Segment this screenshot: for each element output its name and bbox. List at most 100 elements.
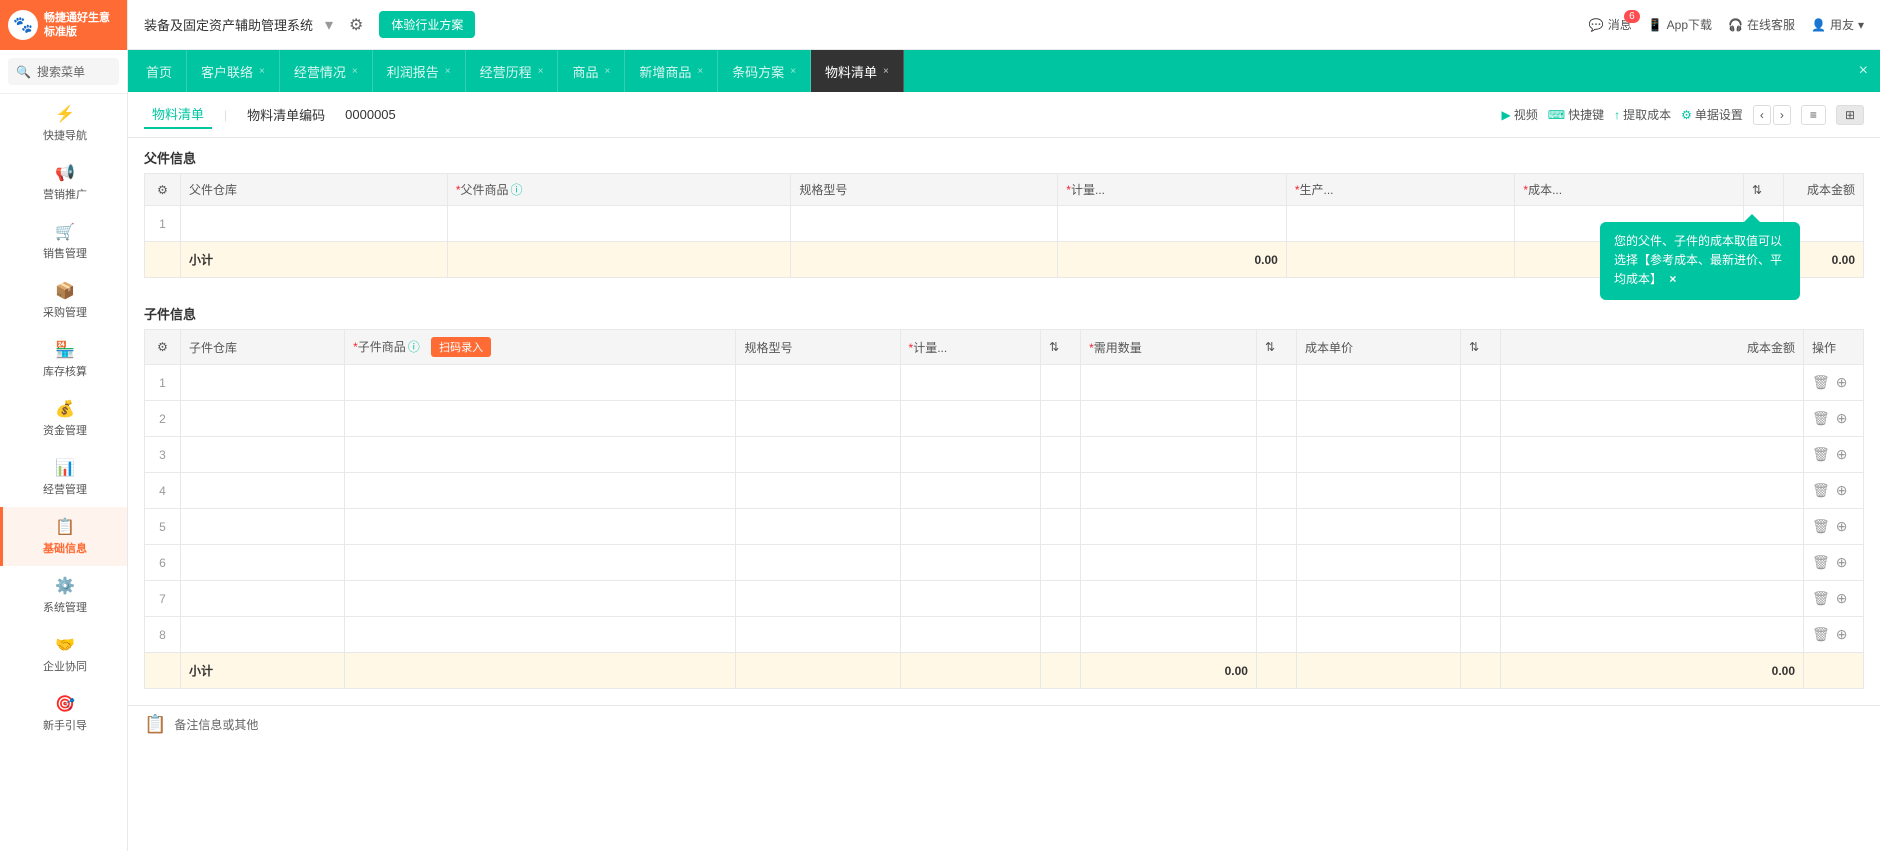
tab-profit-close[interactable]: × bbox=[445, 66, 451, 77]
sidebar-item-inventory[interactable]: 🏪 库存核算 bbox=[0, 330, 127, 389]
sidebar-item-operations-mgr[interactable]: 📊 经营管理 bbox=[0, 448, 127, 507]
child-row-4-spec[interactable] bbox=[736, 473, 900, 509]
tab-history[interactable]: 经营历程 × bbox=[466, 50, 559, 92]
delete-row-3-btn[interactable]: 🗑 bbox=[1812, 446, 1830, 463]
sub-tab-bom-list[interactable]: 物料清单 bbox=[144, 100, 212, 129]
sub-tab-bom-code[interactable]: 物料清单编码 bbox=[239, 101, 333, 128]
child-row-7-qty[interactable] bbox=[1081, 581, 1257, 617]
tab-products-close[interactable]: × bbox=[604, 66, 610, 77]
user-action[interactable]: 👤 用友 ▾ bbox=[1811, 16, 1864, 33]
online-service-action[interactable]: 🎧 在线客服 bbox=[1728, 16, 1795, 33]
sidebar-item-sales[interactable]: 🛒 销售管理 bbox=[0, 212, 127, 271]
child-row-2-unit-price[interactable] bbox=[1296, 401, 1460, 437]
delete-row-4-btn[interactable]: 🗑 bbox=[1812, 482, 1830, 499]
copy-row-5-btn[interactable]: ⊕ bbox=[1836, 518, 1848, 535]
copy-row-4-btn[interactable]: ⊕ bbox=[1836, 482, 1848, 499]
settings-button[interactable]: ⚙ bbox=[345, 11, 367, 39]
child-row-8-product[interactable] bbox=[345, 617, 736, 653]
child-row-3-unit-price[interactable] bbox=[1296, 437, 1460, 473]
parent-row-1-production[interactable] bbox=[1286, 206, 1515, 242]
copy-row-2-btn[interactable]: ⊕ bbox=[1836, 410, 1848, 427]
child-row-6-warehouse[interactable] bbox=[181, 545, 345, 581]
child-row-5-warehouse[interactable] bbox=[181, 509, 345, 545]
grid-view-btn[interactable]: ≡ bbox=[1801, 105, 1826, 125]
sidebar-item-finance[interactable]: 💰 资金管理 bbox=[0, 389, 127, 448]
child-row-3-unit[interactable] bbox=[900, 437, 1041, 473]
sidebar-item-basic-info[interactable]: 📋 基础信息 bbox=[0, 507, 127, 566]
child-row-1-product[interactable] bbox=[345, 365, 736, 401]
child-row-2-spec[interactable] bbox=[736, 401, 900, 437]
child-row-1-unit[interactable] bbox=[900, 365, 1041, 401]
search-menu-button[interactable]: 🔍 搜索菜单 bbox=[8, 58, 119, 85]
child-row-5-unit-price[interactable] bbox=[1296, 509, 1460, 545]
copy-row-7-btn[interactable]: ⊕ bbox=[1836, 590, 1848, 607]
tab-products[interactable]: 商品 × bbox=[558, 50, 625, 92]
child-row-1-unit-price[interactable] bbox=[1296, 365, 1460, 401]
messages-action[interactable]: 💬 消息 6 bbox=[1589, 16, 1632, 33]
child-row-5-qty[interactable] bbox=[1081, 509, 1257, 545]
parent-row-1-spec[interactable] bbox=[791, 206, 1058, 242]
child-row-3-spec[interactable] bbox=[736, 437, 900, 473]
child-row-4-unit[interactable] bbox=[900, 473, 1041, 509]
tab-customers[interactable]: 客户联络 × bbox=[187, 50, 280, 92]
next-arrow[interactable]: › bbox=[1773, 105, 1791, 125]
app-download-action[interactable]: 📱 App下载 bbox=[1648, 16, 1712, 33]
child-row-7-unit[interactable] bbox=[900, 581, 1041, 617]
tab-operations[interactable]: 经营情况 × bbox=[280, 50, 373, 92]
delete-row-2-btn[interactable]: 🗑 bbox=[1812, 410, 1830, 427]
parent-row-1-warehouse[interactable] bbox=[181, 206, 448, 242]
single-settings-action[interactable]: ⚙ 单据设置 bbox=[1681, 106, 1743, 123]
sidebar-item-purchase[interactable]: 📦 采购管理 bbox=[0, 271, 127, 330]
prev-arrow[interactable]: ‹ bbox=[1753, 105, 1771, 125]
tab-home[interactable]: 首页 bbox=[132, 50, 187, 92]
tab-barcode-close[interactable]: × bbox=[790, 66, 796, 77]
chevron-down-icon[interactable]: ▾ bbox=[325, 15, 333, 35]
child-row-7-spec[interactable] bbox=[736, 581, 900, 617]
tab-profit[interactable]: 利润报告 × bbox=[373, 50, 466, 92]
child-row-3-qty[interactable] bbox=[1081, 437, 1257, 473]
tab-new-product[interactable]: 新增商品 × bbox=[625, 50, 718, 92]
tab-barcode[interactable]: 条码方案 × bbox=[718, 50, 811, 92]
tab-customers-close[interactable]: × bbox=[259, 66, 265, 77]
child-row-4-product[interactable] bbox=[345, 473, 736, 509]
delete-row-7-btn[interactable]: 🗑 bbox=[1812, 590, 1830, 607]
sidebar-item-quicknav[interactable]: ⚡ 快捷导航 bbox=[0, 94, 127, 153]
tooltip-close-btn[interactable]: × bbox=[1669, 272, 1676, 286]
child-row-5-product[interactable] bbox=[345, 509, 736, 545]
child-row-1-qty[interactable] bbox=[1081, 365, 1257, 401]
child-row-3-product[interactable] bbox=[345, 437, 736, 473]
copy-row-1-btn[interactable]: ⊕ bbox=[1836, 374, 1848, 391]
child-row-7-unit-price[interactable] bbox=[1296, 581, 1460, 617]
tab-bom-close[interactable]: × bbox=[883, 66, 889, 77]
sidebar-item-guide[interactable]: 🎯 新手引导 bbox=[0, 684, 127, 743]
child-row-7-product[interactable] bbox=[345, 581, 736, 617]
sidebar-item-collab[interactable]: 🤝 企业协同 bbox=[0, 625, 127, 684]
close-all-tabs[interactable]: × bbox=[1851, 62, 1876, 80]
experience-btn[interactable]: 体验行业方案 bbox=[379, 11, 475, 38]
delete-row-8-btn[interactable]: 🗑 bbox=[1812, 626, 1830, 643]
child-row-3-warehouse[interactable] bbox=[181, 437, 345, 473]
tab-bom[interactable]: 物料清单 × bbox=[811, 50, 904, 92]
child-row-6-unit-price[interactable] bbox=[1296, 545, 1460, 581]
child-row-4-qty[interactable] bbox=[1081, 473, 1257, 509]
child-row-2-qty[interactable] bbox=[1081, 401, 1257, 437]
child-row-2-unit[interactable] bbox=[900, 401, 1041, 437]
sidebar-item-system[interactable]: ⚙️ 系统管理 bbox=[0, 566, 127, 625]
copy-row-3-btn[interactable]: ⊕ bbox=[1836, 446, 1848, 463]
scan-input-btn[interactable]: 扫码录入 bbox=[431, 337, 491, 357]
child-row-6-unit[interactable] bbox=[900, 545, 1041, 581]
child-row-2-warehouse[interactable] bbox=[181, 401, 345, 437]
child-row-8-warehouse[interactable] bbox=[181, 617, 345, 653]
extract-cost-action[interactable]: ↑ 提取成本 bbox=[1614, 106, 1671, 123]
child-row-5-unit[interactable] bbox=[900, 509, 1041, 545]
child-row-1-warehouse[interactable] bbox=[181, 365, 345, 401]
copy-row-6-btn[interactable]: ⊕ bbox=[1836, 554, 1848, 571]
tab-operations-close[interactable]: × bbox=[352, 66, 358, 77]
sidebar-item-marketing[interactable]: 📢 营销推广 bbox=[0, 153, 127, 212]
child-row-8-unit[interactable] bbox=[900, 617, 1041, 653]
child-row-4-warehouse[interactable] bbox=[181, 473, 345, 509]
child-row-8-spec[interactable] bbox=[736, 617, 900, 653]
shortcut-action[interactable]: ⌨ 快捷键 bbox=[1548, 106, 1604, 123]
copy-row-8-btn[interactable]: ⊕ bbox=[1836, 626, 1848, 643]
child-row-4-unit-price[interactable] bbox=[1296, 473, 1460, 509]
